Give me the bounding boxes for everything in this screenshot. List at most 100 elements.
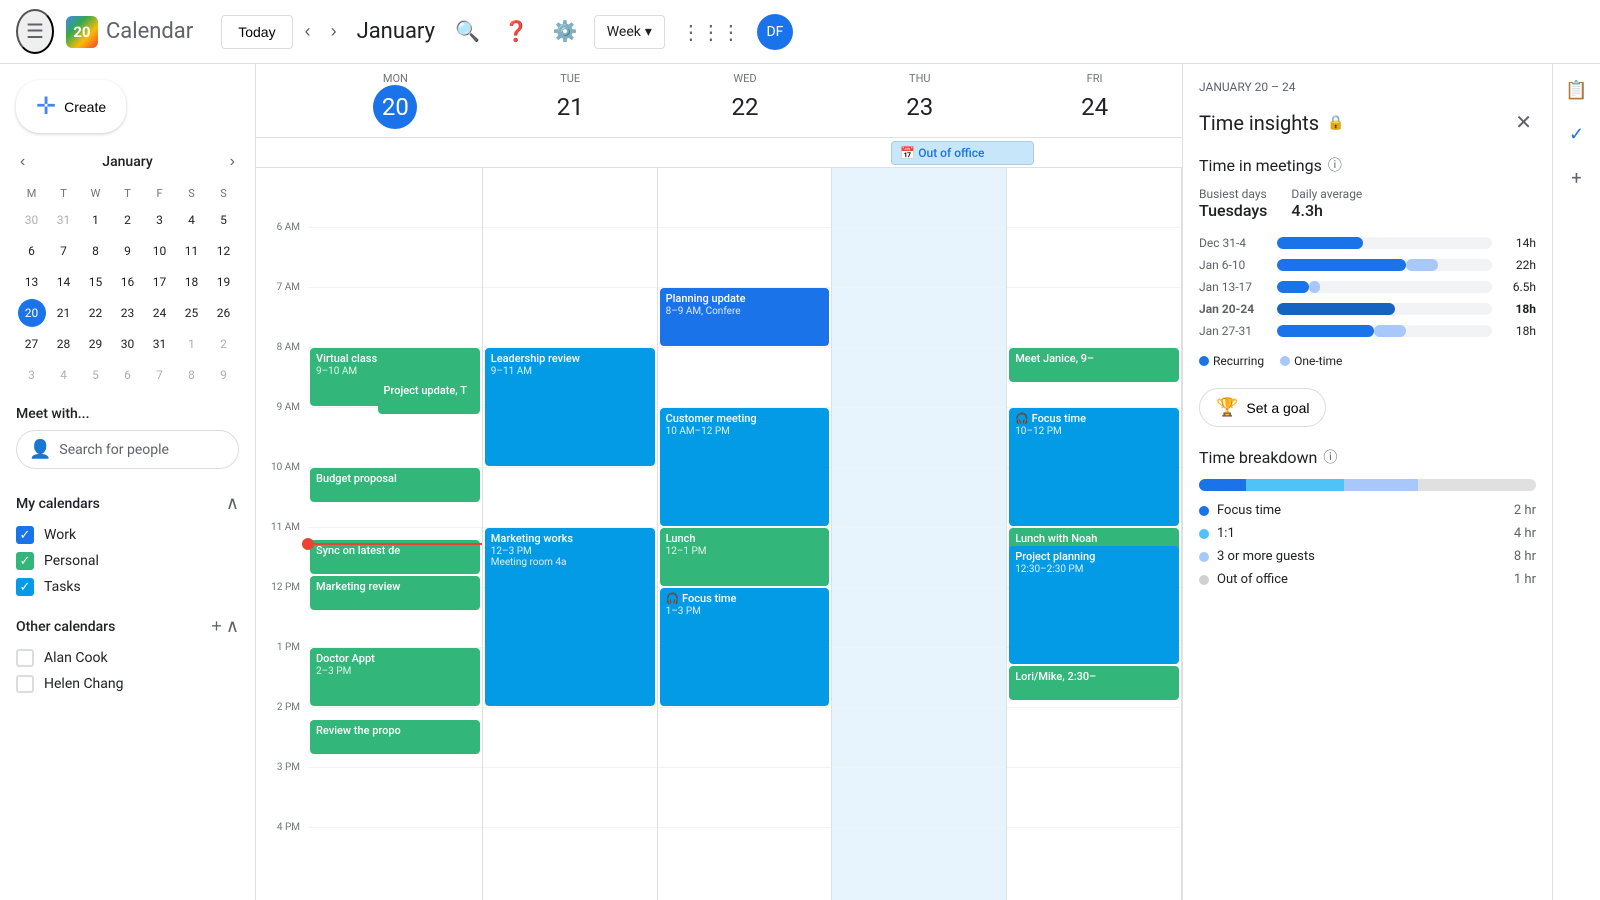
event-marketing-workshop[interactable]: Marketing works 12–3 PM Meeting room 4a xyxy=(485,528,655,706)
day-header-fri[interactable]: FRI 24 xyxy=(1007,64,1182,137)
event-budget[interactable]: Budget proposal xyxy=(310,468,480,502)
info-icon[interactable]: ⓘ xyxy=(1328,155,1342,175)
mini-day[interactable]: 31 xyxy=(146,330,174,358)
event-customer-meeting[interactable]: Customer meeting 10 AM–12 PM xyxy=(660,408,830,526)
apps-icon[interactable]: ⋮⋮⋮ xyxy=(673,12,749,52)
event-project-planning[interactable]: Project planning 12:30–2:30 PM xyxy=(1009,546,1179,664)
mini-day[interactable]: 3 xyxy=(146,206,174,234)
personal-checkbox[interactable]: ✓ xyxy=(16,552,34,570)
event-leadership[interactable]: Leadership review 9–11 AM xyxy=(485,348,655,466)
breakdown-info-icon[interactable]: ⓘ xyxy=(1323,447,1337,467)
calendar-item-personal[interactable]: ✓ Personal xyxy=(16,548,239,574)
other-calendars-toggle[interactable]: ∧ xyxy=(226,616,239,637)
dow-thu: T xyxy=(112,183,143,204)
mini-day[interactable]: 24 xyxy=(146,299,174,327)
event-bike[interactable]: Pick up new bike xyxy=(1038,141,1180,165)
mini-day[interactable]: 4 xyxy=(178,206,206,234)
mini-day[interactable]: 5 xyxy=(210,206,238,234)
plus-edge-icon[interactable]: + xyxy=(1559,160,1595,196)
mini-day[interactable]: 14 xyxy=(50,268,78,296)
mini-day[interactable]: 4 xyxy=(50,361,78,389)
calendar-item-alan[interactable]: Alan Cook xyxy=(16,645,239,671)
settings-button[interactable]: ⚙️ xyxy=(545,11,586,52)
menu-icon[interactable]: ☰ xyxy=(16,9,54,54)
event-planning-update[interactable]: Planning update 8–9 AM, Confere xyxy=(660,288,830,346)
mini-day[interactable]: 2 xyxy=(114,206,142,234)
prev-button[interactable]: ‹ xyxy=(297,13,319,50)
mini-day[interactable]: 26 xyxy=(210,299,238,327)
mini-day[interactable]: 10 xyxy=(146,237,174,265)
mini-day[interactable]: 27 xyxy=(18,330,46,358)
check-icon[interactable]: ✓ xyxy=(1559,116,1595,152)
mini-day[interactable]: 28 xyxy=(50,330,78,358)
mini-day[interactable]: 9 xyxy=(114,237,142,265)
avatar[interactable]: DF xyxy=(757,14,793,50)
add-other-calendar[interactable]: + xyxy=(211,616,222,637)
mini-day[interactable]: 11 xyxy=(178,237,206,265)
tasks-checkbox[interactable]: ✓ xyxy=(16,578,34,596)
mini-day[interactable]: 25 xyxy=(178,299,206,327)
mini-day[interactable]: 17 xyxy=(146,268,174,296)
mini-day[interactable]: 21 xyxy=(50,299,78,327)
mini-day[interactable]: 22 xyxy=(82,299,110,327)
calendar-item-work[interactable]: ✓ Work xyxy=(16,522,239,548)
mini-day-today[interactable]: 20 xyxy=(18,299,46,327)
view-selector[interactable]: Week ▾ xyxy=(594,15,665,49)
helen-checkbox[interactable] xyxy=(16,675,34,693)
calendar-item-helen[interactable]: Helen Chang xyxy=(16,671,239,697)
day-header-wed[interactable]: WED 22 xyxy=(658,64,833,137)
mini-day[interactable]: 30 xyxy=(18,206,46,234)
mini-day[interactable]: 8 xyxy=(82,237,110,265)
mini-day[interactable]: 7 xyxy=(50,237,78,265)
search-button[interactable]: 🔍 xyxy=(447,11,488,52)
mini-day[interactable]: 6 xyxy=(18,237,46,265)
mini-day[interactable]: 13 xyxy=(18,268,46,296)
create-button[interactable]: ✛ Create xyxy=(16,80,126,133)
mini-day[interactable]: 18 xyxy=(178,268,206,296)
help-button[interactable]: ❓ xyxy=(496,11,537,52)
mini-day[interactable]: 30 xyxy=(114,330,142,358)
mini-day[interactable]: 19 xyxy=(210,268,238,296)
work-checkbox[interactable]: ✓ xyxy=(16,526,34,544)
mini-cal-prev[interactable]: ‹ xyxy=(16,149,29,175)
event-meet-janice[interactable]: Meet Janice, 9– xyxy=(1009,348,1179,382)
day-header-mon[interactable]: MON 20 xyxy=(308,64,483,137)
event-project-update[interactable]: Project update, T xyxy=(378,380,480,414)
close-insights-button[interactable]: ✕ xyxy=(1511,106,1536,139)
tasks-icon[interactable]: 📋 xyxy=(1559,72,1595,108)
event-focus-wed[interactable]: 🎧 Focus time 1–3 PM xyxy=(660,588,830,706)
event-marketing-review[interactable]: Marketing review xyxy=(310,576,480,610)
day-header-thu[interactable]: THU 23 xyxy=(832,64,1007,137)
alan-checkbox[interactable] xyxy=(16,649,34,667)
mini-day[interactable]: 6 xyxy=(114,361,142,389)
mini-day[interactable]: 16 xyxy=(114,268,142,296)
mini-day[interactable]: 15 xyxy=(82,268,110,296)
event-lunch-wed[interactable]: Lunch 12–1 PM xyxy=(660,528,830,586)
mini-day[interactable]: 2 xyxy=(210,330,238,358)
event-focus-fri[interactable]: 🎧 Focus time 10–12 PM xyxy=(1009,408,1179,526)
mini-day[interactable]: 23 xyxy=(114,299,142,327)
mini-day[interactable]: 1 xyxy=(82,206,110,234)
mini-day[interactable]: 9 xyxy=(210,361,238,389)
set-goal-button[interactable]: 🏆 Set a goal xyxy=(1199,388,1326,427)
mini-day[interactable]: 1 xyxy=(178,330,206,358)
today-button[interactable]: Today xyxy=(221,15,292,49)
time-grid: 6 AM 7 AM 8 AM 9 AM 10 AM 11 AM 12 PM 1 … xyxy=(256,168,1182,900)
mini-day[interactable]: 5 xyxy=(82,361,110,389)
mini-day[interactable]: 12 xyxy=(210,237,238,265)
mini-day[interactable]: 29 xyxy=(82,330,110,358)
calendar-item-tasks[interactable]: ✓ Tasks xyxy=(16,574,239,600)
my-calendars-toggle[interactable]: ∧ xyxy=(226,493,239,514)
mini-cal-next[interactable]: › xyxy=(226,149,239,175)
mini-day[interactable]: 31 xyxy=(50,206,78,234)
event-out-of-office[interactable]: 📅 Out of office xyxy=(891,141,1033,165)
event-lori-mike[interactable]: Lori/Mike, 2:30– xyxy=(1009,666,1179,700)
search-people-input[interactable]: 👤 Search for people xyxy=(16,430,239,469)
event-review-prop[interactable]: Review the propo xyxy=(310,720,480,754)
event-doctor[interactable]: Doctor Appt 2–3 PM xyxy=(310,648,480,706)
next-button[interactable]: › xyxy=(323,13,345,50)
day-header-tue[interactable]: TUE 21 xyxy=(483,64,658,137)
mini-day[interactable]: 8 xyxy=(178,361,206,389)
mini-day[interactable]: 7 xyxy=(146,361,174,389)
mini-day[interactable]: 3 xyxy=(18,361,46,389)
